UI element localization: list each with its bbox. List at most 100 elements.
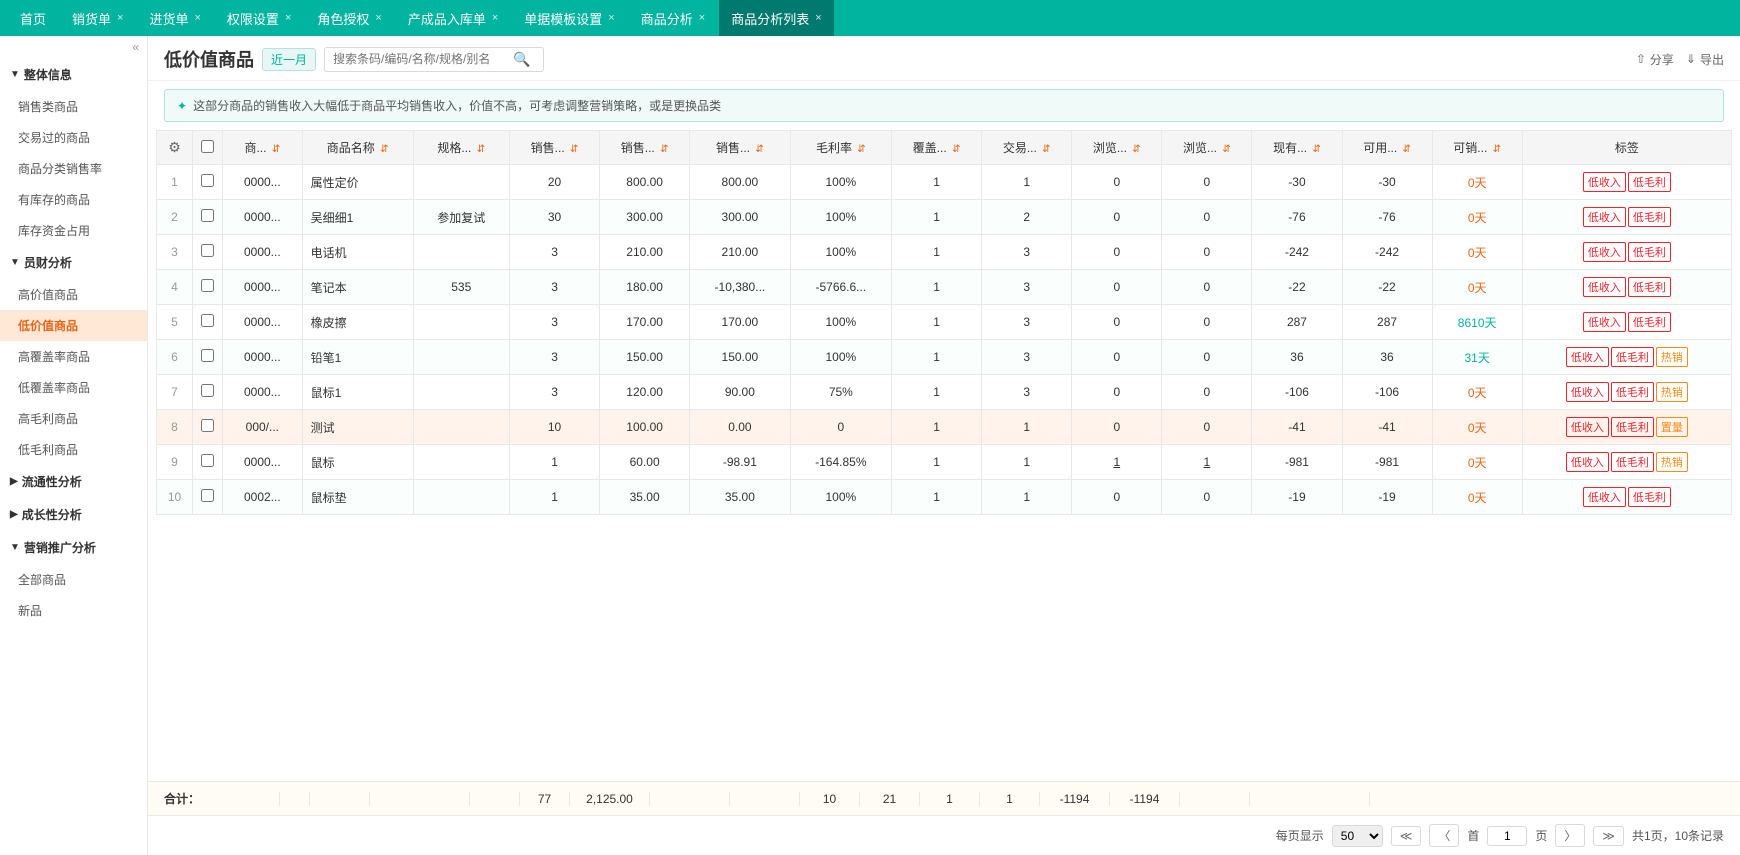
nav-close-icon[interactable]: × (492, 12, 498, 24)
row-checkbox[interactable] (201, 209, 214, 222)
sidebar-item-低价值商品[interactable]: 低价值商品 (0, 310, 147, 341)
next-page-btn[interactable]: 〉 (1555, 824, 1585, 847)
sidebar-item-商品分类销售率[interactable]: 商品分类销售率 (0, 153, 147, 184)
sidebar-item-高价值商品[interactable]: 高价值商品 (0, 279, 147, 310)
col-view2[interactable]: 浏览... ⇵ (1162, 131, 1252, 165)
row-checkbox-cell[interactable] (193, 270, 223, 305)
col-coverage[interactable]: 覆盖... ⇵ (892, 131, 982, 165)
row-checkbox-cell[interactable] (193, 340, 223, 375)
search-icon[interactable]: 🔍 (513, 51, 530, 68)
nav-item-产成品入库单[interactable]: 产成品入库单× (396, 0, 510, 36)
col-gear[interactable]: ⚙ (157, 131, 193, 165)
sidebar-item-高覆盖率商品[interactable]: 高覆盖率商品 (0, 341, 147, 372)
row-checkbox-cell[interactable] (193, 480, 223, 515)
col-sales1[interactable]: 销售... ⇵ (509, 131, 599, 165)
sidebar-item-新品[interactable]: 新品 (0, 595, 147, 626)
sidebar-section-营销推广分析[interactable]: ▼ 营销推广分析 (0, 531, 147, 564)
nav-item-首页[interactable]: 首页 (8, 0, 58, 36)
sidebar-collapse-btn[interactable]: « (0, 36, 147, 58)
row-checkbox[interactable] (201, 279, 214, 292)
row-checkbox-cell[interactable] (193, 375, 223, 410)
row-checkbox-cell[interactable] (193, 410, 223, 445)
row-view1[interactable]: 0 (1072, 165, 1162, 200)
total-cell-13: -1194 (1040, 792, 1110, 806)
nav-item-进货单[interactable]: 进货单× (137, 0, 212, 36)
row-checkbox[interactable] (201, 489, 214, 502)
col-sales3[interactable]: 销售... ⇵ (690, 131, 790, 165)
prev-page-btn[interactable]: 〈 (1429, 824, 1459, 847)
nav-close-icon[interactable]: × (194, 12, 200, 24)
sidebar-section-整体信息[interactable]: ▼ 整体信息 (0, 58, 147, 91)
sidebar-item-高毛利商品[interactable]: 高毛利商品 (0, 403, 147, 434)
nav-item-商品分析[interactable]: 商品分析× (629, 0, 717, 36)
row-view1[interactable]: 0 (1072, 480, 1162, 515)
first-page-btn[interactable]: ≪ (1391, 826, 1422, 846)
sidebar-item-库存资金占用[interactable]: 库存资金占用 (0, 215, 147, 246)
row-view1[interactable]: 0 (1072, 340, 1162, 375)
col-name[interactable]: 商品名称 ⇵ (302, 131, 413, 165)
row-checkbox-cell[interactable] (193, 305, 223, 340)
nav-item-角色授权[interactable]: 角色授权× (305, 0, 393, 36)
nav-close-icon[interactable]: × (285, 12, 291, 24)
col-view1[interactable]: 浏览... ⇵ (1072, 131, 1162, 165)
col-saleable[interactable]: 可销... ⇵ (1432, 131, 1522, 165)
row-view1[interactable]: 1 (1072, 445, 1162, 480)
col-code[interactable]: 商... ⇵ (223, 131, 303, 165)
select-all-checkbox[interactable] (201, 140, 214, 153)
share-button[interactable]: ⇧ 分享 (1636, 51, 1674, 68)
export-button[interactable]: ⇓ 导出 (1686, 51, 1724, 68)
row-view1[interactable]: 0 (1072, 270, 1162, 305)
row-view1[interactable]: 0 (1072, 375, 1162, 410)
col-current[interactable]: 现有... ⇵ (1252, 131, 1342, 165)
search-input[interactable] (333, 52, 513, 66)
nav-close-icon[interactable]: × (699, 12, 705, 24)
filter-button[interactable]: 近一月 (262, 48, 316, 71)
view2-link[interactable]: 1 (1204, 455, 1211, 469)
col-gross[interactable]: 毛利率 ⇵ (790, 131, 891, 165)
row-gross: 100% (790, 235, 891, 270)
sidebar-item-低覆盖率商品[interactable]: 低覆盖率商品 (0, 372, 147, 403)
row-checkbox-cell[interactable] (193, 235, 223, 270)
col-available[interactable]: 可用... ⇵ (1342, 131, 1432, 165)
sidebar-section-流通性分析[interactable]: ▶ 流通性分析 (0, 465, 147, 498)
row-checkbox-cell[interactable] (193, 445, 223, 480)
row-view1[interactable]: 0 (1072, 410, 1162, 445)
nav-close-icon[interactable]: × (375, 12, 381, 24)
nav-close-icon[interactable]: × (608, 12, 614, 24)
row-checkbox[interactable] (201, 314, 214, 327)
nav-item-权限设置[interactable]: 权限设置× (215, 0, 303, 36)
sidebar-section-成长性分析[interactable]: ▶ 成长性分析 (0, 498, 147, 531)
last-page-btn[interactable]: ≫ (1593, 826, 1624, 846)
nav-close-icon[interactable]: × (815, 12, 821, 24)
row-view1[interactable]: 0 (1072, 305, 1162, 340)
sidebar-item-交易过的商品[interactable]: 交易过的商品 (0, 122, 147, 153)
col-checkbox[interactable] (193, 131, 223, 165)
row-checkbox[interactable] (201, 349, 214, 362)
view1-link[interactable]: 1 (1113, 455, 1120, 469)
sidebar-item-低毛利商品[interactable]: 低毛利商品 (0, 434, 147, 465)
row-view1[interactable]: 0 (1072, 200, 1162, 235)
row-sales3: 35.00 (690, 480, 790, 515)
sidebar-item-销售类商品[interactable]: 销售类商品 (0, 91, 147, 122)
col-spec[interactable]: 规格... ⇵ (413, 131, 509, 165)
section-arrow-icon: ▼ (10, 257, 20, 268)
col-sales2[interactable]: 销售... ⇵ (600, 131, 690, 165)
nav-item-商品分析列表[interactable]: 商品分析列表× (719, 0, 833, 36)
sidebar-section-员财分析[interactable]: ▼ 员财分析 (0, 246, 147, 279)
nav-item-单据模板设置[interactable]: 单据模板设置× (512, 0, 626, 36)
sidebar-item-全部商品[interactable]: 全部商品 (0, 564, 147, 595)
row-checkbox[interactable] (201, 454, 214, 467)
row-checkbox[interactable] (201, 419, 214, 432)
per-page-select[interactable]: 50 100 200 (1332, 825, 1383, 847)
page-number-input[interactable] (1487, 826, 1527, 846)
row-checkbox[interactable] (201, 174, 214, 187)
row-checkbox-cell[interactable] (193, 165, 223, 200)
nav-item-销货单[interactable]: 销货单× (60, 0, 135, 36)
row-checkbox[interactable] (201, 244, 214, 257)
col-transaction[interactable]: 交易... ⇵ (982, 131, 1072, 165)
row-checkbox-cell[interactable] (193, 200, 223, 235)
sidebar-item-有库存的商品[interactable]: 有库存的商品 (0, 184, 147, 215)
row-view1[interactable]: 0 (1072, 235, 1162, 270)
row-checkbox[interactable] (201, 384, 214, 397)
nav-close-icon[interactable]: × (117, 12, 123, 24)
